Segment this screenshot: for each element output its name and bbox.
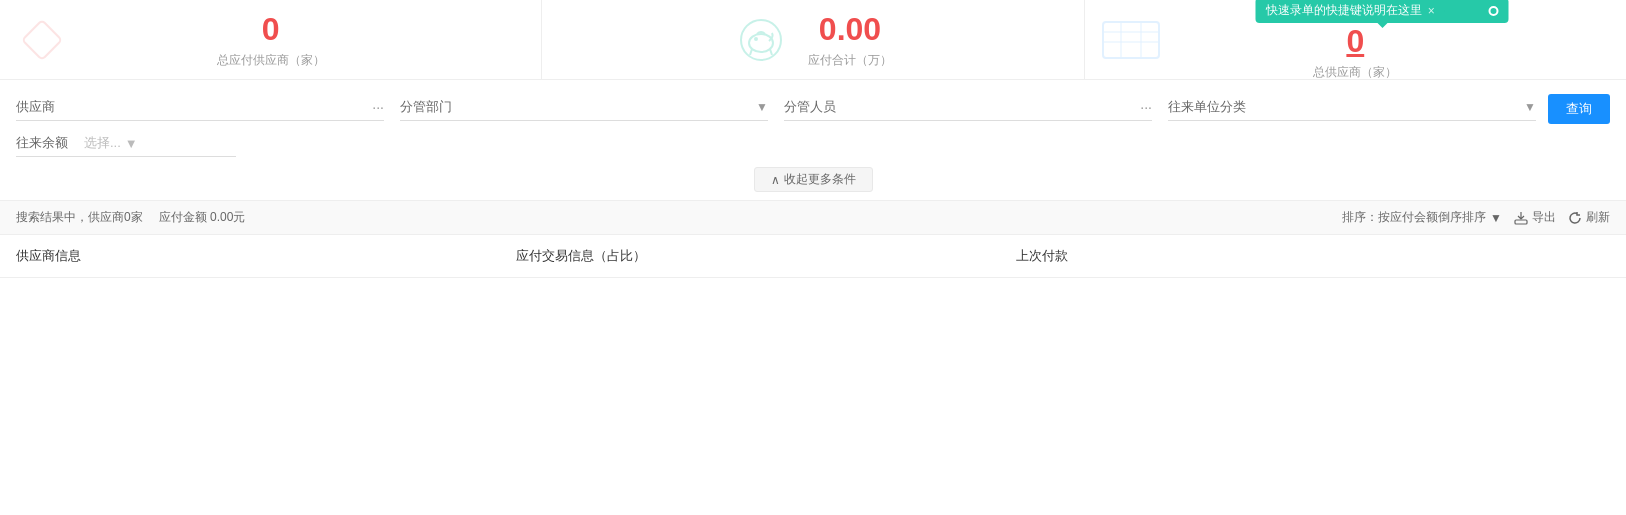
stat-total-suppliers: 快速录单的快捷键说明在这里 × 0 总供应商（家） (1085, 0, 1626, 79)
department-arrow-icon[interactable]: ▼ (756, 100, 768, 114)
collapse-arrow-icon: ∧ (771, 173, 780, 187)
payable-total-number: 0.00 (808, 10, 892, 48)
tooltip-close-btn[interactable]: × (1428, 4, 1435, 18)
manager-label: 分管人员 (784, 98, 836, 116)
table-body (0, 278, 1626, 515)
amount-field: 往来余额 选择... ▼ (16, 134, 236, 157)
sort-select[interactable]: 排序：按应付会额倒序排序 ▼ (1342, 209, 1502, 226)
total-suppliers-label: 总供应商（家） (1313, 64, 1397, 81)
collapse-label: 收起更多条件 (784, 171, 856, 188)
collapse-btn[interactable]: ∧ 收起更多条件 (754, 167, 873, 192)
search-button[interactable]: 查询 (1548, 94, 1610, 124)
manager-more-btn[interactable]: ··· (1140, 99, 1152, 115)
amount-result-text: 应付金额 0.00元 (159, 209, 246, 226)
manager-input[interactable] (844, 99, 1140, 114)
supplier-more-btn[interactable]: ··· (372, 99, 384, 115)
supplier-input[interactable] (63, 99, 372, 114)
export-button[interactable]: 导出 (1514, 209, 1556, 226)
piggy-icon (734, 13, 788, 67)
stat-payable-total: 0.00 应付合计（万） (542, 0, 1084, 79)
top-stats-bar: 0 总应付供应商（家） 0.00 应付合计（万） (0, 0, 1626, 80)
grid-icon (1101, 20, 1161, 60)
amount-placeholder: 选择... (84, 134, 121, 152)
refresh-icon (1568, 211, 1582, 225)
amount-arrow-icon: ▼ (125, 136, 138, 151)
payable-suppliers-label: 总应付供应商（家） (217, 52, 325, 69)
svg-point-3 (754, 37, 758, 41)
tooltip-dot (1489, 6, 1499, 16)
search-row-1: 供应商 ··· 分管部门 ▼ 分管人员 ··· 往来单位分类 ▼ 查询 (16, 94, 1610, 124)
supplier-field: 供应商 ··· (16, 98, 384, 121)
supplier-count-text: 搜索结果中，供应商0家 (16, 209, 143, 226)
department-field: 分管部门 ▼ (400, 98, 768, 121)
table-col-supplier-info: 供应商信息 (16, 247, 516, 265)
tooltip-bubble: 快速录单的快捷键说明在这里 × (1256, 0, 1509, 23)
stat-payable-suppliers: 0 总应付供应商（家） (0, 0, 542, 79)
svg-point-1 (741, 20, 781, 60)
manager-field: 分管人员 ··· (784, 98, 1152, 121)
search-area: 供应商 ··· 分管部门 ▼ 分管人员 ··· 往来单位分类 ▼ 查询 往来余额 (0, 80, 1626, 201)
department-input[interactable] (460, 99, 756, 114)
refresh-label: 刷新 (1586, 209, 1610, 226)
unit-category-arrow-icon[interactable]: ▼ (1524, 100, 1536, 114)
tooltip-text: 快速录单的快捷键说明在这里 (1266, 2, 1422, 19)
export-label: 导出 (1532, 209, 1556, 226)
svg-rect-0 (22, 20, 62, 60)
sort-arrow-icon: ▼ (1490, 211, 1502, 225)
svg-rect-9 (1515, 220, 1527, 224)
amount-select[interactable]: 选择... ▼ (84, 134, 236, 152)
unit-category-input[interactable] (1254, 99, 1524, 114)
payable-total-label: 应付合计（万） (808, 52, 892, 69)
unit-category-label: 往来单位分类 (1168, 98, 1246, 116)
diamond-icon (20, 18, 64, 62)
sort-label: 排序：按应付会额倒序排序 (1342, 209, 1486, 226)
search-row-2: 往来余额 选择... ▼ (16, 134, 1610, 157)
result-bar-left: 搜索结果中，供应商0家 应付金额 0.00元 (16, 209, 245, 226)
table-header: 供应商信息 应付交易信息（占比） 上次付款 (0, 235, 1626, 278)
amount-label: 往来余额 (16, 134, 68, 152)
svg-rect-4 (1103, 22, 1159, 58)
table-col-payable-info: 应付交易信息（占比） (516, 247, 1016, 265)
result-bar-right: 排序：按应付会额倒序排序 ▼ 导出 刷新 (1342, 209, 1610, 226)
export-icon (1514, 211, 1528, 225)
table-col-last-payment: 上次付款 (1016, 247, 1610, 265)
unit-category-field: 往来单位分类 ▼ (1168, 98, 1536, 121)
supplier-label: 供应商 (16, 98, 55, 116)
payable-suppliers-number: 0 (217, 10, 325, 48)
refresh-button[interactable]: 刷新 (1568, 209, 1610, 226)
department-label: 分管部门 (400, 98, 452, 116)
table: 供应商信息 应付交易信息（占比） 上次付款 (0, 235, 1626, 515)
result-bar: 搜索结果中，供应商0家 应付金额 0.00元 排序：按应付会额倒序排序 ▼ 导出… (0, 201, 1626, 235)
